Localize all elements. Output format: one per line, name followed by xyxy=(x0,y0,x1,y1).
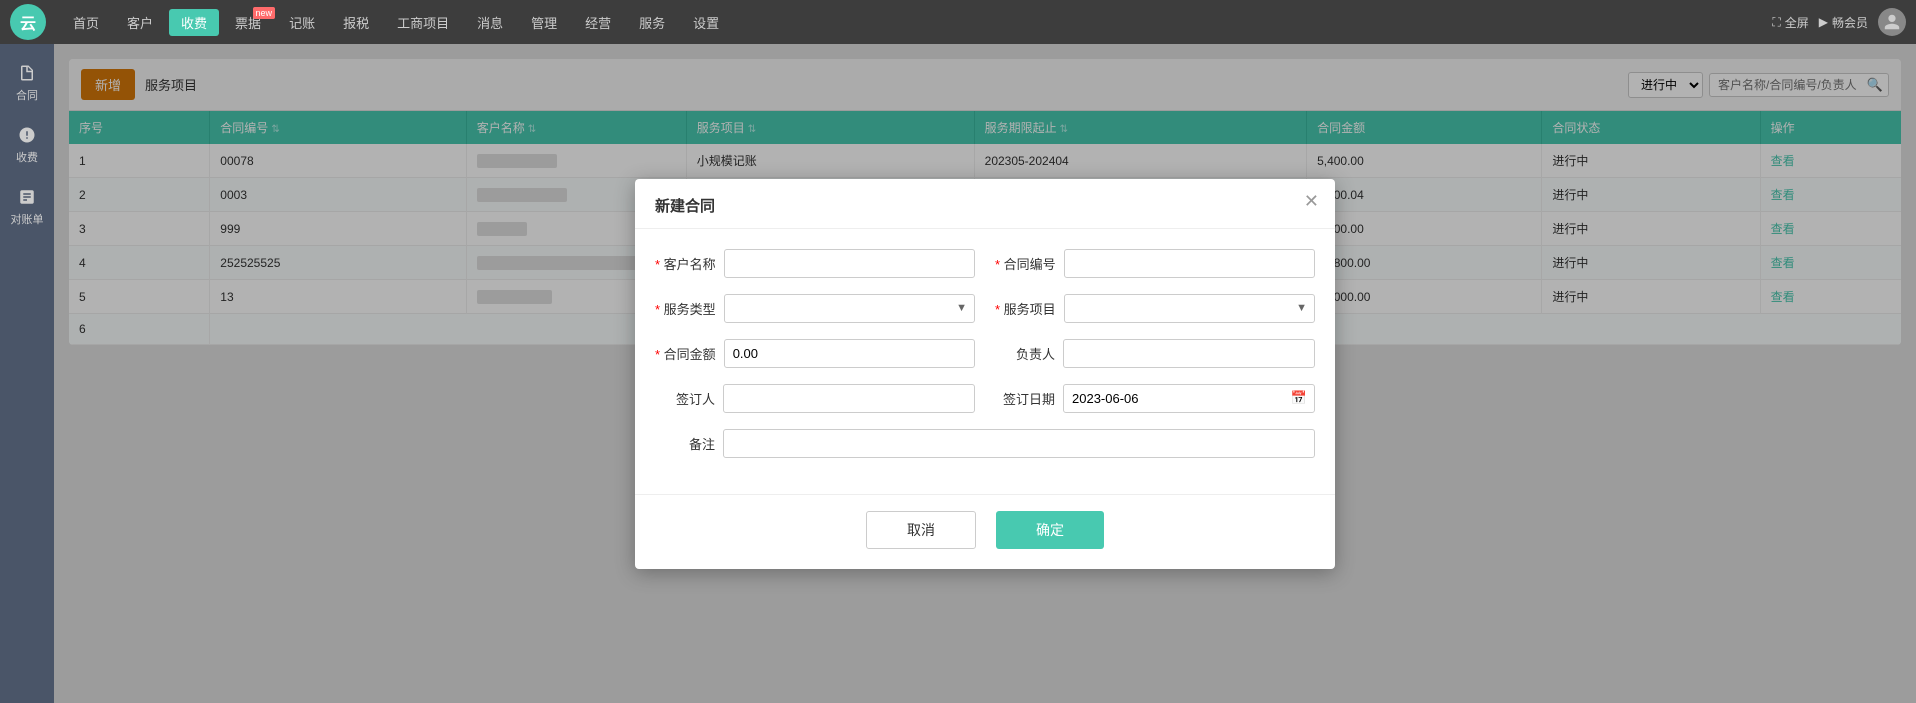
member-label: 畅会员 xyxy=(1832,14,1868,31)
sign-date-label: 签订日期 xyxy=(995,389,1055,408)
nav-customer[interactable]: 客户 xyxy=(115,9,165,36)
form-row-3: 合同金额 负责人 xyxy=(655,339,1315,368)
main-content: 新增 服务项目 进行中 已完成 已终止 🔍 xyxy=(54,44,1916,703)
signer-label: 签订人 xyxy=(655,389,715,408)
fullscreen-button[interactable]: ⛶ 全屏 xyxy=(1772,14,1808,31)
form-group-sign-date: 签订日期 📅 xyxy=(995,384,1315,413)
avatar[interactable] xyxy=(1878,8,1906,36)
customer-name-label: 客户名称 xyxy=(655,254,716,273)
nav-business[interactable]: 工商项目 xyxy=(385,9,461,36)
remarks-input[interactable] xyxy=(723,429,1315,458)
signer-input[interactable] xyxy=(723,384,975,413)
sidebar-label-reconcile: 对账单 xyxy=(11,211,44,227)
cancel-button[interactable]: 取消 xyxy=(866,511,976,549)
service-item-label: 服务项目 xyxy=(995,299,1056,318)
form-group-signer: 签订人 xyxy=(655,384,975,413)
fee-icon xyxy=(16,124,38,146)
sidebar-item-fee[interactable]: 收费 xyxy=(2,116,52,173)
service-item-select[interactable] xyxy=(1064,294,1315,323)
new-badge: new xyxy=(253,7,276,19)
logo-text: 云 xyxy=(20,10,36,34)
form-row-1: 客户名称 合同编号 xyxy=(655,249,1315,278)
form-row-5: 备注 xyxy=(655,429,1315,458)
service-type-select-wrapper: ▼ xyxy=(724,294,975,323)
form-group-responsible: 负责人 xyxy=(995,339,1315,368)
fullscreen-label: 全屏 xyxy=(1785,14,1809,31)
calendar-icon[interactable]: 📅 xyxy=(1291,390,1307,406)
nav-message[interactable]: 消息 xyxy=(465,9,515,36)
form-group-service-type: 服务类型 ▼ xyxy=(655,294,975,323)
customer-name-input[interactable] xyxy=(724,249,975,278)
form-group-contract-no: 合同编号 xyxy=(995,249,1315,278)
play-icon: ▶ xyxy=(1819,15,1828,29)
nav-operation[interactable]: 经营 xyxy=(573,9,623,36)
reconcile-icon xyxy=(16,186,38,208)
form-row-4: 签订人 签订日期 📅 xyxy=(655,384,1315,413)
modal-footer: 取消 确定 xyxy=(635,494,1335,569)
amount-label: 合同金额 xyxy=(655,344,716,363)
modal-body: 客户名称 合同编号 服务类型 xyxy=(635,229,1335,494)
responsible-input[interactable] xyxy=(1063,339,1315,368)
service-type-select[interactable] xyxy=(724,294,975,323)
logo: 云 xyxy=(10,4,46,40)
contract-no-input[interactable] xyxy=(1064,249,1315,278)
nav-manage[interactable]: 管理 xyxy=(519,9,569,36)
sidebar-label-contract: 合同 xyxy=(16,87,38,103)
form-group-customer: 客户名称 xyxy=(655,249,975,278)
sidebar: 合同 收费 对账单 xyxy=(0,44,54,703)
sidebar-label-fee: 收费 xyxy=(16,149,38,165)
confirm-button[interactable]: 确定 xyxy=(996,511,1104,549)
member-button[interactable]: ▶ 畅会员 xyxy=(1819,14,1868,31)
nav-home[interactable]: 首页 xyxy=(61,9,111,36)
nav-items: 首页 客户 收费 票据 new 记账 报税 工商项目 消息 管理 经营 服务 设… xyxy=(61,9,1772,36)
contract-no-label: 合同编号 xyxy=(995,254,1056,273)
form-row-2: 服务类型 ▼ 服务项目 xyxy=(655,294,1315,323)
sidebar-item-contract[interactable]: 合同 xyxy=(2,54,52,111)
top-nav: 云 首页 客户 收费 票据 new 记账 报税 工商项目 消息 管理 经营 服务… xyxy=(0,0,1916,44)
nav-account[interactable]: 记账 xyxy=(277,9,327,36)
service-item-select-wrapper: ▼ xyxy=(1064,294,1315,323)
contract-icon xyxy=(16,62,38,84)
nav-ticket[interactable]: 票据 new xyxy=(223,9,273,36)
main-layout: 合同 收费 对账单 新增 服务项目 进行中 已完成 xyxy=(0,44,1916,703)
responsible-label: 负责人 xyxy=(995,344,1055,363)
form-group-remarks: 备注 xyxy=(655,429,1315,458)
nav-service[interactable]: 服务 xyxy=(627,9,677,36)
amount-input[interactable] xyxy=(724,339,975,368)
form-group-amount: 合同金额 xyxy=(655,339,975,368)
nav-invoice[interactable]: 收费 xyxy=(169,9,219,36)
modal-title: 新建合同 xyxy=(635,179,1335,229)
nav-right: ⛶ 全屏 ▶ 畅会员 xyxy=(1772,8,1906,36)
nav-tax[interactable]: 报税 xyxy=(331,9,381,36)
fullscreen-icon: ⛶ xyxy=(1772,15,1780,30)
sign-date-wrapper: 📅 xyxy=(1063,384,1315,413)
remarks-label: 备注 xyxy=(655,434,715,453)
modal-overlay: 新建合同 ✕ 客户名称 合同编号 xyxy=(54,44,1916,703)
service-type-label: 服务类型 xyxy=(655,299,716,318)
modal-close-button[interactable]: ✕ xyxy=(1304,191,1319,212)
new-contract-modal: 新建合同 ✕ 客户名称 合同编号 xyxy=(635,179,1335,569)
nav-settings[interactable]: 设置 xyxy=(681,9,731,36)
sign-date-input[interactable] xyxy=(1063,384,1315,413)
sidebar-item-reconcile[interactable]: 对账单 xyxy=(2,178,52,235)
form-group-service-item: 服务项目 ▼ xyxy=(995,294,1315,323)
